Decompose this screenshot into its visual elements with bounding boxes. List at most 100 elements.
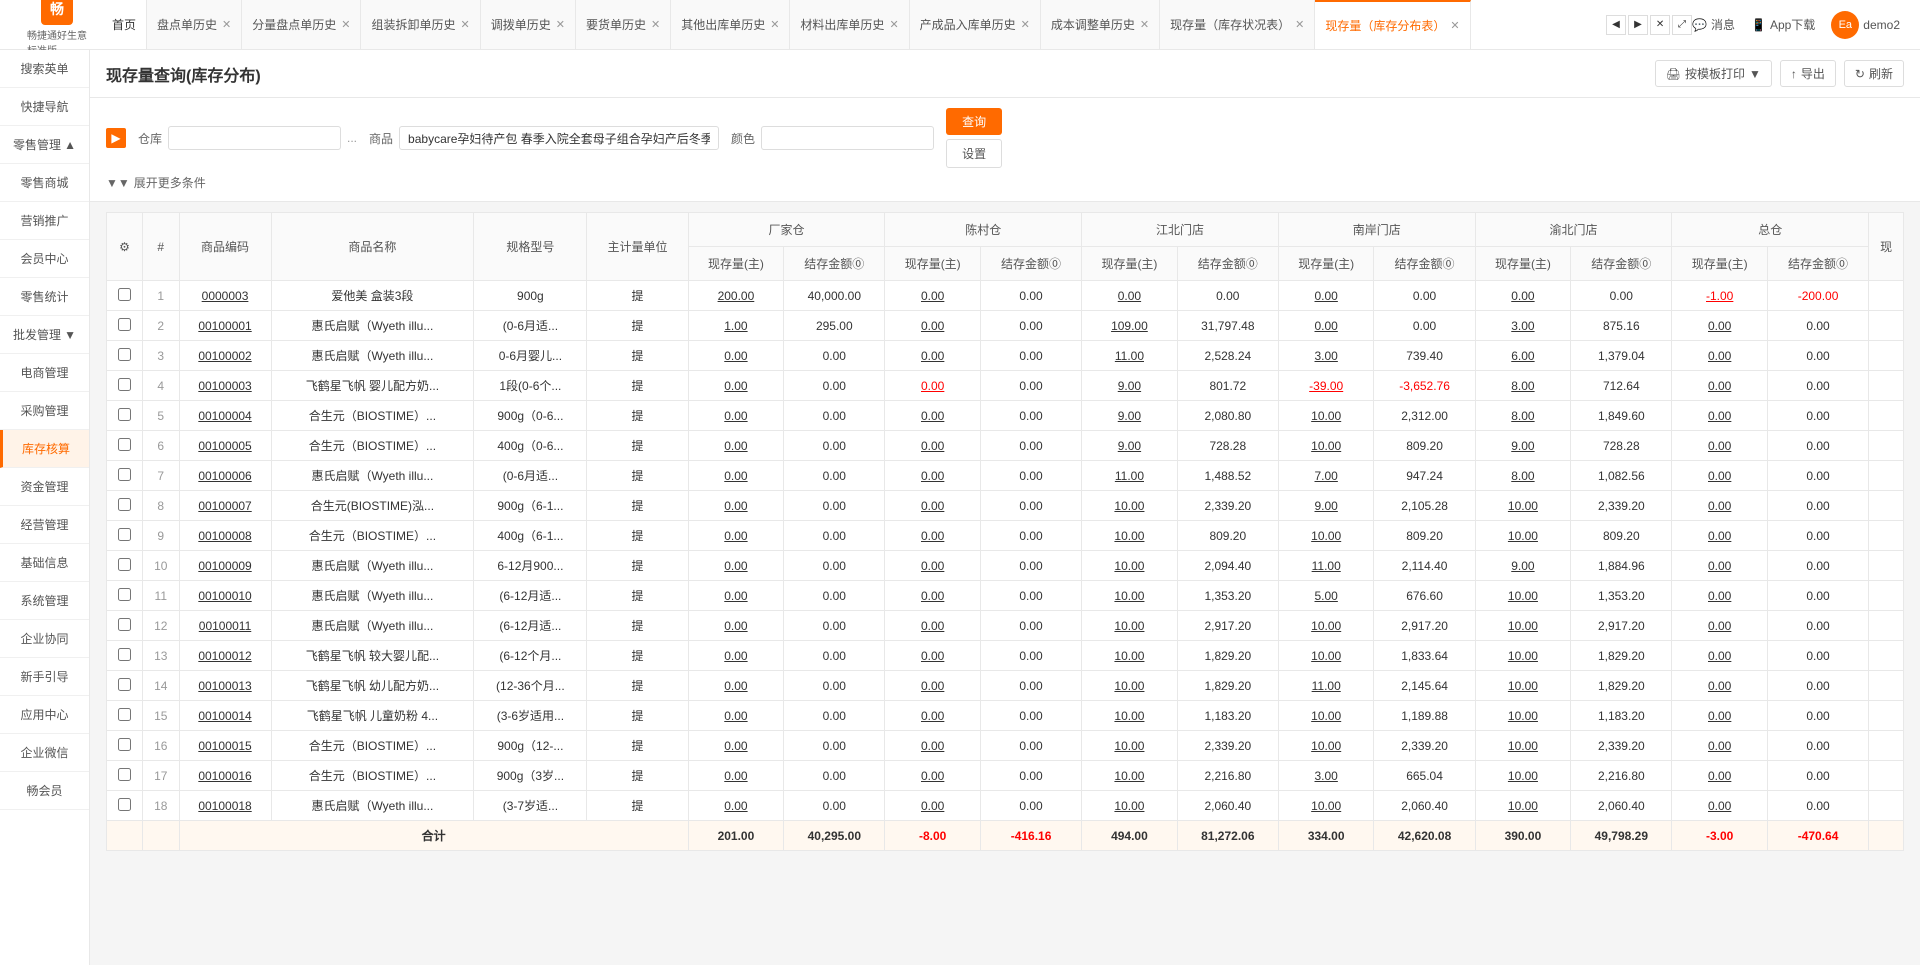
cell-total-qty[interactable]: 0.00 (1672, 401, 1768, 431)
tab-4[interactable]: 调拨单历史✕ (481, 0, 576, 49)
cell-code[interactable]: 00100009 (179, 551, 271, 581)
sidebar-item-system[interactable]: 系统管理 (0, 582, 89, 620)
cell-cc-qty[interactable]: 0.00 (885, 461, 981, 491)
cell-na-qty[interactable]: 10.00 (1278, 731, 1374, 761)
cell-yb-qty[interactable]: 6.00 (1475, 341, 1571, 371)
cell-total-qty[interactable]: 0.00 (1672, 641, 1768, 671)
cell-jb-qty[interactable]: 10.00 (1082, 551, 1178, 581)
cell-checkbox[interactable] (107, 551, 143, 581)
filter-toggle[interactable]: ▶ (106, 128, 126, 148)
cell-code[interactable]: 00100018 (179, 791, 271, 821)
cell-cj-qty[interactable]: 200.00 (688, 281, 784, 311)
cell-cc-qty[interactable]: 0.00 (885, 311, 981, 341)
tab-1[interactable]: 盘点单历史✕ (147, 0, 242, 49)
sidebar-item-collab[interactable]: 企业协同 (0, 620, 89, 658)
cell-code[interactable]: 00100001 (179, 311, 271, 341)
cell-checkbox[interactable] (107, 611, 143, 641)
cell-cc-qty[interactable]: 0.00 (885, 641, 981, 671)
cell-code[interactable]: 00100014 (179, 701, 271, 731)
cell-cj-qty[interactable]: 0.00 (688, 701, 784, 731)
cell-checkbox[interactable] (107, 311, 143, 341)
cell-cc-qty[interactable]: 0.00 (885, 371, 981, 401)
tab-9[interactable]: 成本调整单历史✕ (1041, 0, 1160, 49)
cell-checkbox[interactable] (107, 581, 143, 611)
cell-checkbox[interactable] (107, 401, 143, 431)
sidebar-item-operations[interactable]: 经营管理 (0, 506, 89, 544)
tab-8[interactable]: 产成品入库单历史✕ (910, 0, 1041, 49)
sidebar-item-quick-nav[interactable]: 快捷导航 (0, 88, 89, 126)
cell-total-qty[interactable]: 0.00 (1672, 701, 1768, 731)
row-checkbox[interactable] (118, 288, 131, 301)
cell-checkbox[interactable] (107, 671, 143, 701)
cell-na-qty[interactable]: 10.00 (1278, 401, 1374, 431)
cell-jb-qty[interactable]: 10.00 (1082, 611, 1178, 641)
tab-10[interactable]: 现存量（库存状况表）✕ (1160, 0, 1315, 49)
tab-3[interactable]: 组装拆卸单历史✕ (361, 0, 480, 49)
cell-jb-qty[interactable]: 9.00 (1082, 431, 1178, 461)
cell-cj-qty[interactable]: 0.00 (688, 671, 784, 701)
cell-checkbox[interactable] (107, 491, 143, 521)
cell-cj-qty[interactable]: 0.00 (688, 461, 784, 491)
cell-cc-qty[interactable]: 0.00 (885, 611, 981, 641)
cell-checkbox[interactable] (107, 521, 143, 551)
cell-cj-qty[interactable]: 0.00 (688, 761, 784, 791)
cell-na-qty[interactable]: 0.00 (1278, 311, 1374, 341)
cell-na-qty[interactable]: 3.00 (1278, 341, 1374, 371)
cell-jb-qty[interactable]: 9.00 (1082, 401, 1178, 431)
cell-yb-qty[interactable]: 10.00 (1475, 671, 1571, 701)
tab-11[interactable]: 现存量（库存分布表）✕ (1315, 0, 1470, 49)
sidebar-item-retail-mgmt[interactable]: 零售管理 ▲ (0, 126, 89, 164)
cell-total-qty[interactable]: 0.00 (1672, 551, 1768, 581)
tab-7[interactable]: 材料出库单历史✕ (790, 0, 909, 49)
nav-prev[interactable]: ◀ (1606, 15, 1626, 35)
cell-cj-qty[interactable]: 0.00 (688, 731, 784, 761)
cell-jb-qty[interactable]: 109.00 (1082, 311, 1178, 341)
cell-total-qty[interactable]: 0.00 (1672, 791, 1768, 821)
cell-cc-qty[interactable]: 0.00 (885, 671, 981, 701)
cell-jb-qty[interactable]: 10.00 (1082, 521, 1178, 551)
cell-na-qty[interactable]: 10.00 (1278, 611, 1374, 641)
cell-jb-qty[interactable]: 11.00 (1082, 341, 1178, 371)
sidebar-item-purchase[interactable]: 采购管理 (0, 392, 89, 430)
cell-yb-qty[interactable]: 10.00 (1475, 701, 1571, 731)
cell-code[interactable]: 00100004 (179, 401, 271, 431)
tab-6[interactable]: 其他出库单历史✕ (671, 0, 790, 49)
cell-na-qty[interactable]: 11.00 (1278, 671, 1374, 701)
cell-yb-qty[interactable]: 10.00 (1475, 581, 1571, 611)
close-tab-8[interactable]: ✕ (1021, 18, 1030, 31)
warehouse-input[interactable] (168, 126, 341, 150)
sidebar-item-search[interactable]: 搜索英单 (0, 50, 89, 88)
cell-code[interactable]: 00100006 (179, 461, 271, 491)
query-button[interactable]: 查询 (946, 108, 1002, 135)
tab-home[interactable]: 首页 (102, 0, 147, 49)
cell-total-qty[interactable]: 0.00 (1672, 431, 1768, 461)
cell-jb-qty[interactable]: 10.00 (1082, 581, 1178, 611)
cell-cj-qty[interactable]: 0.00 (688, 401, 784, 431)
cell-jb-qty[interactable]: 10.00 (1082, 701, 1178, 731)
cell-cj-qty[interactable]: 0.00 (688, 641, 784, 671)
row-checkbox[interactable] (118, 438, 131, 451)
row-checkbox[interactable] (118, 408, 131, 421)
cell-cj-qty[interactable]: 0.00 (688, 521, 784, 551)
cell-cj-qty[interactable]: 0.00 (688, 551, 784, 581)
row-checkbox[interactable] (118, 798, 131, 811)
cell-total-qty[interactable]: 0.00 (1672, 521, 1768, 551)
cell-na-qty[interactable]: 9.00 (1278, 491, 1374, 521)
sidebar-item-marketing[interactable]: 营销推广 (0, 202, 89, 240)
nav-close[interactable]: ✕ (1650, 15, 1670, 35)
row-checkbox[interactable] (118, 558, 131, 571)
cell-cc-qty[interactable]: 0.00 (885, 581, 981, 611)
row-checkbox[interactable] (118, 348, 131, 361)
cell-code[interactable]: 0000003 (179, 281, 271, 311)
sidebar-item-member[interactable]: 会员中心 (0, 240, 89, 278)
cell-total-qty[interactable]: -1.00 (1672, 281, 1768, 311)
sidebar-item-ecommerce[interactable]: 电商管理 (0, 354, 89, 392)
close-tab-10[interactable]: ✕ (1295, 18, 1304, 31)
sidebar-item-retail-mall[interactable]: 零售商城 (0, 164, 89, 202)
cell-code[interactable]: 00100012 (179, 641, 271, 671)
cell-na-qty[interactable]: 7.00 (1278, 461, 1374, 491)
cell-jb-qty[interactable]: 10.00 (1082, 671, 1178, 701)
cell-total-qty[interactable]: 0.00 (1672, 341, 1768, 371)
cell-code[interactable]: 00100002 (179, 341, 271, 371)
sidebar-item-app-center[interactable]: 应用中心 (0, 696, 89, 734)
